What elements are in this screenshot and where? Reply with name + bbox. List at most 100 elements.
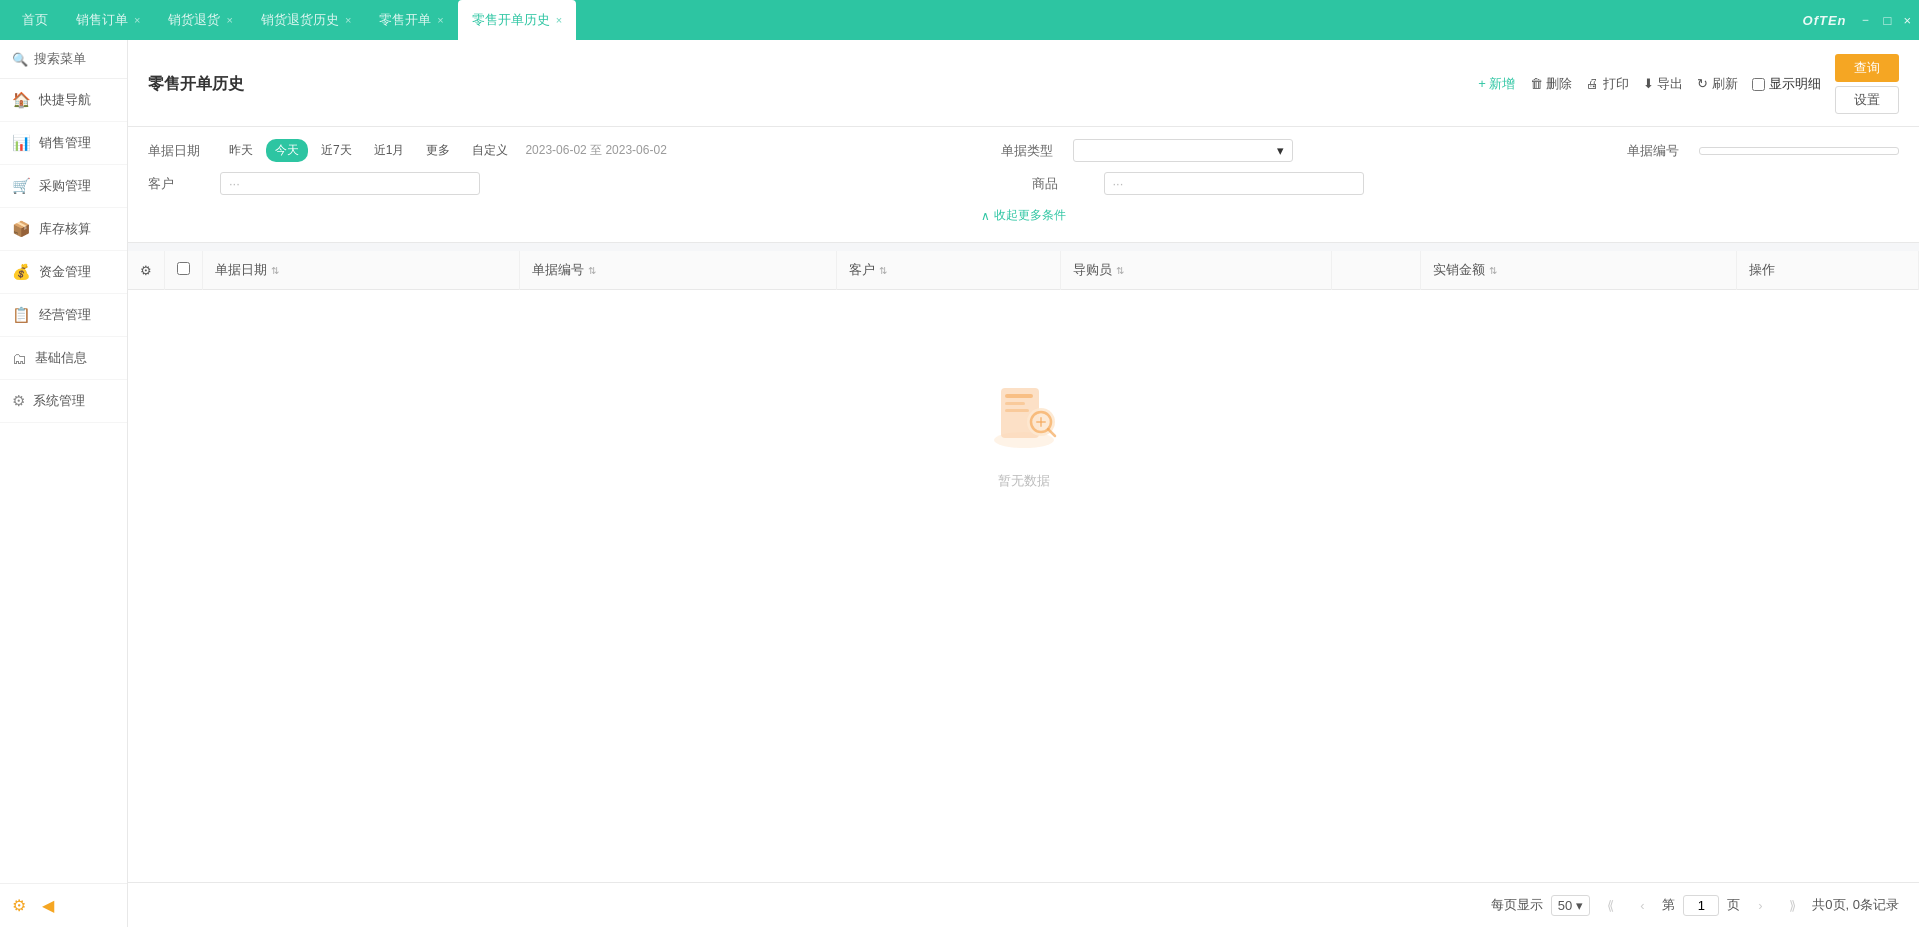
last-page-btn[interactable]: ⟫ <box>1780 893 1804 917</box>
refresh-button[interactable]: ↻ 刷新 <box>1697 75 1738 93</box>
add-button[interactable]: + 新增 <box>1478 75 1515 93</box>
table-wrapper: ⚙ 单据日期 ⇅ 单据编号 <box>128 251 1919 882</box>
setting-button[interactable]: 设置 <box>1835 86 1899 114</box>
date-btn-more[interactable]: 更多 <box>417 139 459 162</box>
sidebar-collapse-icon[interactable]: ◀ <box>42 896 54 915</box>
date-btn-7days[interactable]: 近7天 <box>312 139 361 162</box>
tab-sales-order[interactable]: 销售订单 × <box>62 0 154 40</box>
sort-date-icon: ⇅ <box>271 265 279 276</box>
table-col-customer: 客户 ⇅ <box>836 251 1060 290</box>
collapse-row[interactable]: ∧ 收起更多条件 <box>148 205 1899 230</box>
sort-customer[interactable]: 客户 ⇅ <box>849 261 1048 279</box>
display-detail-label: 显示明细 <box>1769 75 1821 93</box>
tab-retail-history-label: 零售开单历史 <box>472 11 550 29</box>
customer-input[interactable]: ··· <box>220 172 480 195</box>
tab-return-history-close[interactable]: × <box>345 14 351 26</box>
date-btn-1month[interactable]: 近1月 <box>365 139 414 162</box>
sort-customer-icon: ⇅ <box>879 265 887 276</box>
date-btn-custom[interactable]: 自定义 <box>463 139 517 162</box>
tab-retail[interactable]: 零售开单 × <box>365 0 457 40</box>
tab-return-close[interactable]: × <box>226 14 232 26</box>
sidebar-item-operations-label: 经营管理 <box>39 306 91 324</box>
table-col-checkbox <box>165 251 203 290</box>
page-label-before: 第 <box>1662 896 1675 914</box>
sidebar-item-sales[interactable]: 📊 销售管理 <box>0 122 127 165</box>
delete-button[interactable]: 🗑 删除 <box>1530 75 1573 93</box>
sidebar-item-inventory[interactable]: 📦 库存核算 <box>0 208 127 251</box>
sort-amount[interactable]: 实销金额 ⇅ <box>1433 261 1725 279</box>
ordernum-input[interactable] <box>1699 147 1899 155</box>
svg-rect-3 <box>1005 402 1025 405</box>
empty-text: 暂无数据 <box>998 472 1050 490</box>
tab-retail-history-close[interactable]: × <box>556 14 562 26</box>
date-filter-label: 单据日期 <box>148 142 204 160</box>
date-btn-yesterday[interactable]: 昨天 <box>220 139 262 162</box>
tab-return-history-label: 销货退货历史 <box>261 11 339 29</box>
total-info: 共0页, 0条记录 <box>1812 896 1899 914</box>
table-col-settings[interactable]: ⚙ <box>128 251 165 290</box>
per-page-value: 50 <box>1558 898 1572 913</box>
date-btn-today[interactable]: 今天 <box>266 139 308 162</box>
finance-icon: 💰 <box>12 263 31 281</box>
print-button[interactable]: 🖨 打印 <box>1586 75 1629 93</box>
tab-home[interactable]: 首页 <box>8 0 62 40</box>
page-title: 零售开单历史 <box>148 74 244 95</box>
col-orderNo-label: 单据编号 <box>532 261 584 279</box>
sidebar-item-purchase[interactable]: 🛒 采购管理 <box>0 165 127 208</box>
collapse-label: 收起更多条件 <box>994 207 1066 224</box>
sidebar-item-finance[interactable]: 💰 资金管理 <box>0 251 127 294</box>
page-number-input[interactable] <box>1683 895 1719 916</box>
sidebar-item-quick-nav[interactable]: 🏠 快捷导航 <box>0 79 127 122</box>
tab-return-history[interactable]: 销货退货历史 × <box>247 0 365 40</box>
sort-date[interactable]: 单据日期 ⇅ <box>215 261 507 279</box>
first-page-btn[interactable]: ⟪ <box>1598 893 1622 917</box>
type-filter-label: 单据类型 <box>1001 142 1057 160</box>
sidebar-search[interactable]: 🔍 搜索菜单 <box>0 40 127 79</box>
purchase-icon: 🛒 <box>12 177 31 195</box>
page-header: 零售开单历史 + 新增 🗑 删除 🖨 打印 ⬇ 导出 ↻ 刷新 显示明细 查询 … <box>128 40 1919 127</box>
sidebar-settings-icon[interactable]: ⚙ <box>12 896 26 915</box>
query-button[interactable]: 查询 <box>1835 54 1899 82</box>
sidebar-item-operations[interactable]: 📋 经营管理 <box>0 294 127 337</box>
search-icon: 🔍 <box>12 52 28 67</box>
window-close[interactable]: × <box>1903 13 1911 28</box>
per-page-arrow: ▾ <box>1576 898 1583 913</box>
sidebar-item-basic-info[interactable]: 🗂 基础信息 <box>0 337 127 380</box>
sidebar-item-system[interactable]: ⚙ 系统管理 <box>0 380 127 423</box>
export-button[interactable]: ⬇ 导出 <box>1643 75 1684 93</box>
sales-icon: 📊 <box>12 134 31 152</box>
quick-nav-icon: 🏠 <box>12 91 31 109</box>
filter-row-date: 单据日期 昨天 今天 近7天 近1月 更多 自定义 2023-06-02 至 2… <box>148 139 1899 162</box>
sort-orderNo[interactable]: 单据编号 ⇅ <box>532 261 824 279</box>
date-range-display: 2023-06-02 至 2023-06-02 <box>525 142 666 159</box>
window-maximize[interactable]: □ <box>1884 13 1892 28</box>
top-nav: 首页 销售订单 × 销货退货 × 销货退货历史 × 零售开单 × 零售开单历史 … <box>0 0 1919 40</box>
next-page-btn[interactable]: › <box>1748 893 1772 917</box>
tab-retail-history[interactable]: 零售开单历史 × <box>458 0 576 40</box>
per-page-label: 每页显示 <box>1491 896 1543 914</box>
tab-retail-close[interactable]: × <box>437 14 443 26</box>
prev-page-btn[interactable]: ‹ <box>1630 893 1654 917</box>
sidebar-item-inventory-label: 库存核算 <box>39 220 91 238</box>
sidebar-item-system-label: 系统管理 <box>33 392 85 410</box>
main-layout: 🔍 搜索菜单 🏠 快捷导航 📊 销售管理 🛒 采购管理 📦 库存核算 💰 资金管… <box>0 40 1919 927</box>
sidebar: 🔍 搜索菜单 🏠 快捷导航 📊 销售管理 🛒 采购管理 📦 库存核算 💰 资金管… <box>0 40 128 927</box>
display-detail-checkbox[interactable]: 显示明细 <box>1752 75 1821 93</box>
tab-return[interactable]: 销货退货 × <box>154 0 246 40</box>
display-detail-input[interactable] <box>1752 78 1765 91</box>
type-select[interactable]: ▾ <box>1073 139 1293 162</box>
table-header-row: ⚙ 单据日期 ⇅ 单据编号 <box>128 251 1919 290</box>
page-label-after: 页 <box>1727 896 1740 914</box>
col-amount-label: 实销金额 <box>1433 261 1485 279</box>
table-header: ⚙ 单据日期 ⇅ 单据编号 <box>128 251 1919 290</box>
select-all-checkbox[interactable] <box>177 262 190 275</box>
sort-salesperson[interactable]: 导购员 ⇅ <box>1073 261 1319 279</box>
content-area: 零售开单历史 + 新增 🗑 删除 🖨 打印 ⬇ 导出 ↻ 刷新 显示明细 查询 … <box>128 40 1919 927</box>
tab-sales-order-close[interactable]: × <box>134 14 140 26</box>
window-minimize[interactable]: － <box>1859 11 1872 29</box>
product-input[interactable]: ··· <box>1104 172 1364 195</box>
svg-rect-4 <box>1005 409 1029 412</box>
per-page-select[interactable]: 50 ▾ <box>1551 895 1590 916</box>
product-filter-label: 商品 <box>1032 175 1088 193</box>
filter-area: 单据日期 昨天 今天 近7天 近1月 更多 自定义 2023-06-02 至 2… <box>128 127 1919 243</box>
